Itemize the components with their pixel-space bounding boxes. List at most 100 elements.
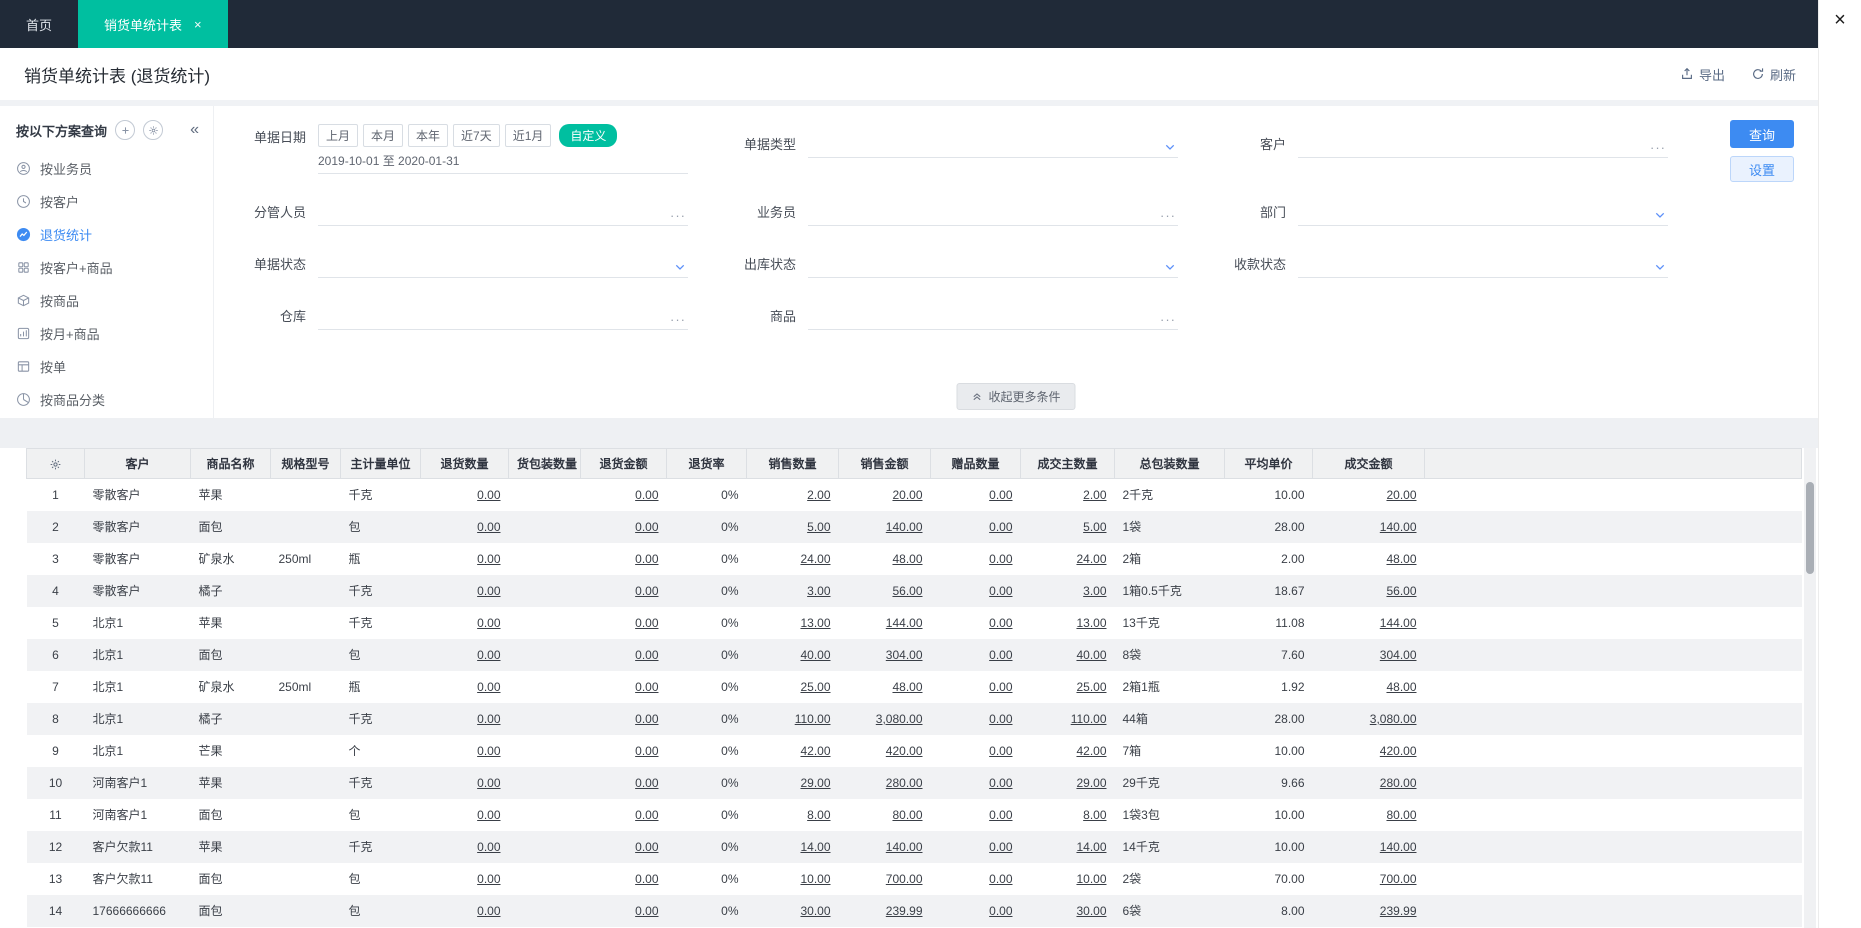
drilldown-link[interactable]: 48.00 bbox=[1386, 552, 1416, 566]
drilldown-link[interactable]: 0.00 bbox=[989, 616, 1012, 630]
drilldown-link[interactable]: 0.00 bbox=[989, 584, 1012, 598]
drilldown-link[interactable]: 80.00 bbox=[892, 808, 922, 822]
drilldown-link[interactable]: 0.00 bbox=[989, 904, 1012, 918]
drilldown-link[interactable]: 0.00 bbox=[635, 648, 658, 662]
chevron-down-icon[interactable] bbox=[1654, 209, 1666, 221]
date-range-text[interactable]: 2019-10-01 至 2020-01-31 bbox=[318, 152, 688, 169]
drilldown-link[interactable]: 420.00 bbox=[1380, 744, 1417, 758]
drilldown-link[interactable]: 20.00 bbox=[892, 488, 922, 502]
more-options-icon[interactable]: ··· bbox=[670, 208, 686, 223]
drilldown-link[interactable]: 20.00 bbox=[1386, 488, 1416, 502]
collapse-more-button[interactable]: 收起更多条件 bbox=[956, 383, 1076, 410]
drilldown-link[interactable]: 3,080.00 bbox=[876, 712, 923, 726]
date-quick-this-month[interactable]: 本月 bbox=[363, 124, 404, 147]
drilldown-link[interactable]: 0.00 bbox=[477, 776, 500, 790]
gear-icon[interactable] bbox=[49, 458, 62, 471]
drilldown-link[interactable]: 0.00 bbox=[635, 776, 658, 790]
tab-close-icon[interactable]: × bbox=[194, 17, 202, 32]
drilldown-link[interactable]: 29.00 bbox=[1076, 776, 1106, 790]
drilldown-link[interactable]: 25.00 bbox=[1076, 680, 1106, 694]
sidebar-item-by-product[interactable]: 按商品 bbox=[16, 284, 213, 317]
drilldown-link[interactable]: 144.00 bbox=[1380, 616, 1417, 630]
window-close-icon[interactable]: × bbox=[1819, 8, 1861, 32]
drilldown-link[interactable]: 0.00 bbox=[635, 712, 658, 726]
drilldown-link[interactable]: 29.00 bbox=[800, 776, 830, 790]
drilldown-link[interactable]: 239.99 bbox=[886, 904, 923, 918]
drilldown-link[interactable]: 304.00 bbox=[886, 648, 923, 662]
drilldown-link[interactable]: 0.00 bbox=[477, 488, 500, 502]
sidebar-item-returns-stats[interactable]: 退货统计 bbox=[16, 218, 213, 251]
chevron-down-icon[interactable] bbox=[1164, 141, 1176, 153]
drilldown-link[interactable]: 80.00 bbox=[1386, 808, 1416, 822]
drilldown-link[interactable]: 0.00 bbox=[635, 744, 658, 758]
drilldown-link[interactable]: 700.00 bbox=[1380, 872, 1417, 886]
plan-settings-button[interactable] bbox=[143, 120, 164, 140]
drilldown-link[interactable]: 24.00 bbox=[1076, 552, 1106, 566]
drilldown-link[interactable]: 0.00 bbox=[635, 584, 658, 598]
drilldown-link[interactable]: 8.00 bbox=[807, 808, 830, 822]
drilldown-link[interactable]: 140.00 bbox=[886, 520, 923, 534]
drilldown-link[interactable]: 0.00 bbox=[477, 744, 500, 758]
more-options-icon[interactable]: ··· bbox=[1160, 312, 1176, 327]
sidebar-item-by-product-category[interactable]: 按商品分类 bbox=[16, 383, 213, 416]
drilldown-link[interactable]: 0.00 bbox=[635, 616, 658, 630]
drilldown-link[interactable]: 24.00 bbox=[800, 552, 830, 566]
drilldown-link[interactable]: 2.00 bbox=[807, 488, 830, 502]
drilldown-link[interactable]: 0.00 bbox=[989, 520, 1012, 534]
drilldown-link[interactable]: 42.00 bbox=[1076, 744, 1106, 758]
filter-input-warehouse[interactable]: ··· bbox=[318, 302, 688, 330]
filter-input-salesperson[interactable]: ··· bbox=[808, 198, 1178, 226]
filter-input-department[interactable] bbox=[1298, 198, 1668, 226]
drilldown-link[interactable]: 56.00 bbox=[892, 584, 922, 598]
drilldown-link[interactable]: 56.00 bbox=[1386, 584, 1416, 598]
add-plan-button[interactable] bbox=[115, 120, 136, 140]
sidebar-item-by-customer[interactable]: 按客户 bbox=[16, 185, 213, 218]
sidebar-item-by-customer-product[interactable]: 按客户+商品 bbox=[16, 251, 213, 284]
tab-sales-report[interactable]: 销货单统计表 × bbox=[78, 0, 228, 48]
drilldown-link[interactable]: 40.00 bbox=[1076, 648, 1106, 662]
drilldown-link[interactable]: 0.00 bbox=[477, 616, 500, 630]
chevron-down-icon[interactable] bbox=[1164, 261, 1176, 273]
filter-input-payment-status[interactable] bbox=[1298, 250, 1668, 278]
drilldown-link[interactable]: 0.00 bbox=[989, 680, 1012, 694]
drilldown-link[interactable]: 0.00 bbox=[989, 872, 1012, 886]
drilldown-link[interactable]: 140.00 bbox=[1380, 520, 1417, 534]
drilldown-link[interactable]: 0.00 bbox=[477, 904, 500, 918]
drilldown-link[interactable]: 10.00 bbox=[800, 872, 830, 886]
drilldown-link[interactable]: 700.00 bbox=[886, 872, 923, 886]
drilldown-link[interactable]: 10.00 bbox=[1076, 872, 1106, 886]
column-settings-header[interactable] bbox=[26, 448, 85, 479]
drilldown-link[interactable]: 0.00 bbox=[477, 584, 500, 598]
query-button[interactable]: 查询 bbox=[1730, 120, 1794, 148]
drilldown-link[interactable]: 8.00 bbox=[1083, 808, 1106, 822]
sidebar-item-by-month-product[interactable]: 按月+商品 bbox=[16, 317, 213, 350]
drilldown-link[interactable]: 0.00 bbox=[477, 680, 500, 694]
drilldown-link[interactable]: 13.00 bbox=[1076, 616, 1106, 630]
drilldown-link[interactable]: 0.00 bbox=[477, 872, 500, 886]
drilldown-link[interactable]: 48.00 bbox=[892, 552, 922, 566]
export-button[interactable]: 导出 bbox=[1680, 65, 1725, 84]
drilldown-link[interactable]: 13.00 bbox=[800, 616, 830, 630]
vertical-scrollbar[interactable] bbox=[1804, 448, 1816, 928]
sidebar-item-by-salesperson[interactable]: 按业务员 bbox=[16, 152, 213, 185]
drilldown-link[interactable]: 0.00 bbox=[635, 552, 658, 566]
drilldown-link[interactable]: 280.00 bbox=[1380, 776, 1417, 790]
drilldown-link[interactable]: 304.00 bbox=[1380, 648, 1417, 662]
tab-home[interactable]: 首页 bbox=[0, 0, 78, 48]
date-quick-last-month[interactable]: 上月 bbox=[318, 124, 359, 147]
filter-input-manager[interactable]: ··· bbox=[318, 198, 688, 226]
drilldown-link[interactable]: 30.00 bbox=[800, 904, 830, 918]
date-quick-recent-1-month[interactable]: 近1月 bbox=[504, 124, 552, 147]
settings-button[interactable]: 设置 bbox=[1730, 156, 1794, 182]
drilldown-link[interactable]: 140.00 bbox=[886, 840, 923, 854]
more-options-icon[interactable]: ··· bbox=[670, 312, 686, 327]
drilldown-link[interactable]: 14.00 bbox=[800, 840, 830, 854]
chevron-down-icon[interactable] bbox=[674, 261, 686, 273]
drilldown-link[interactable]: 3,080.00 bbox=[1370, 712, 1417, 726]
scrollbar-thumb[interactable] bbox=[1806, 482, 1814, 574]
drilldown-link[interactable]: 0.00 bbox=[635, 904, 658, 918]
drilldown-link[interactable]: 0.00 bbox=[477, 520, 500, 534]
drilldown-link[interactable]: 0.00 bbox=[989, 808, 1012, 822]
drilldown-link[interactable]: 3.00 bbox=[1083, 584, 1106, 598]
drilldown-link[interactable]: 0.00 bbox=[989, 744, 1012, 758]
